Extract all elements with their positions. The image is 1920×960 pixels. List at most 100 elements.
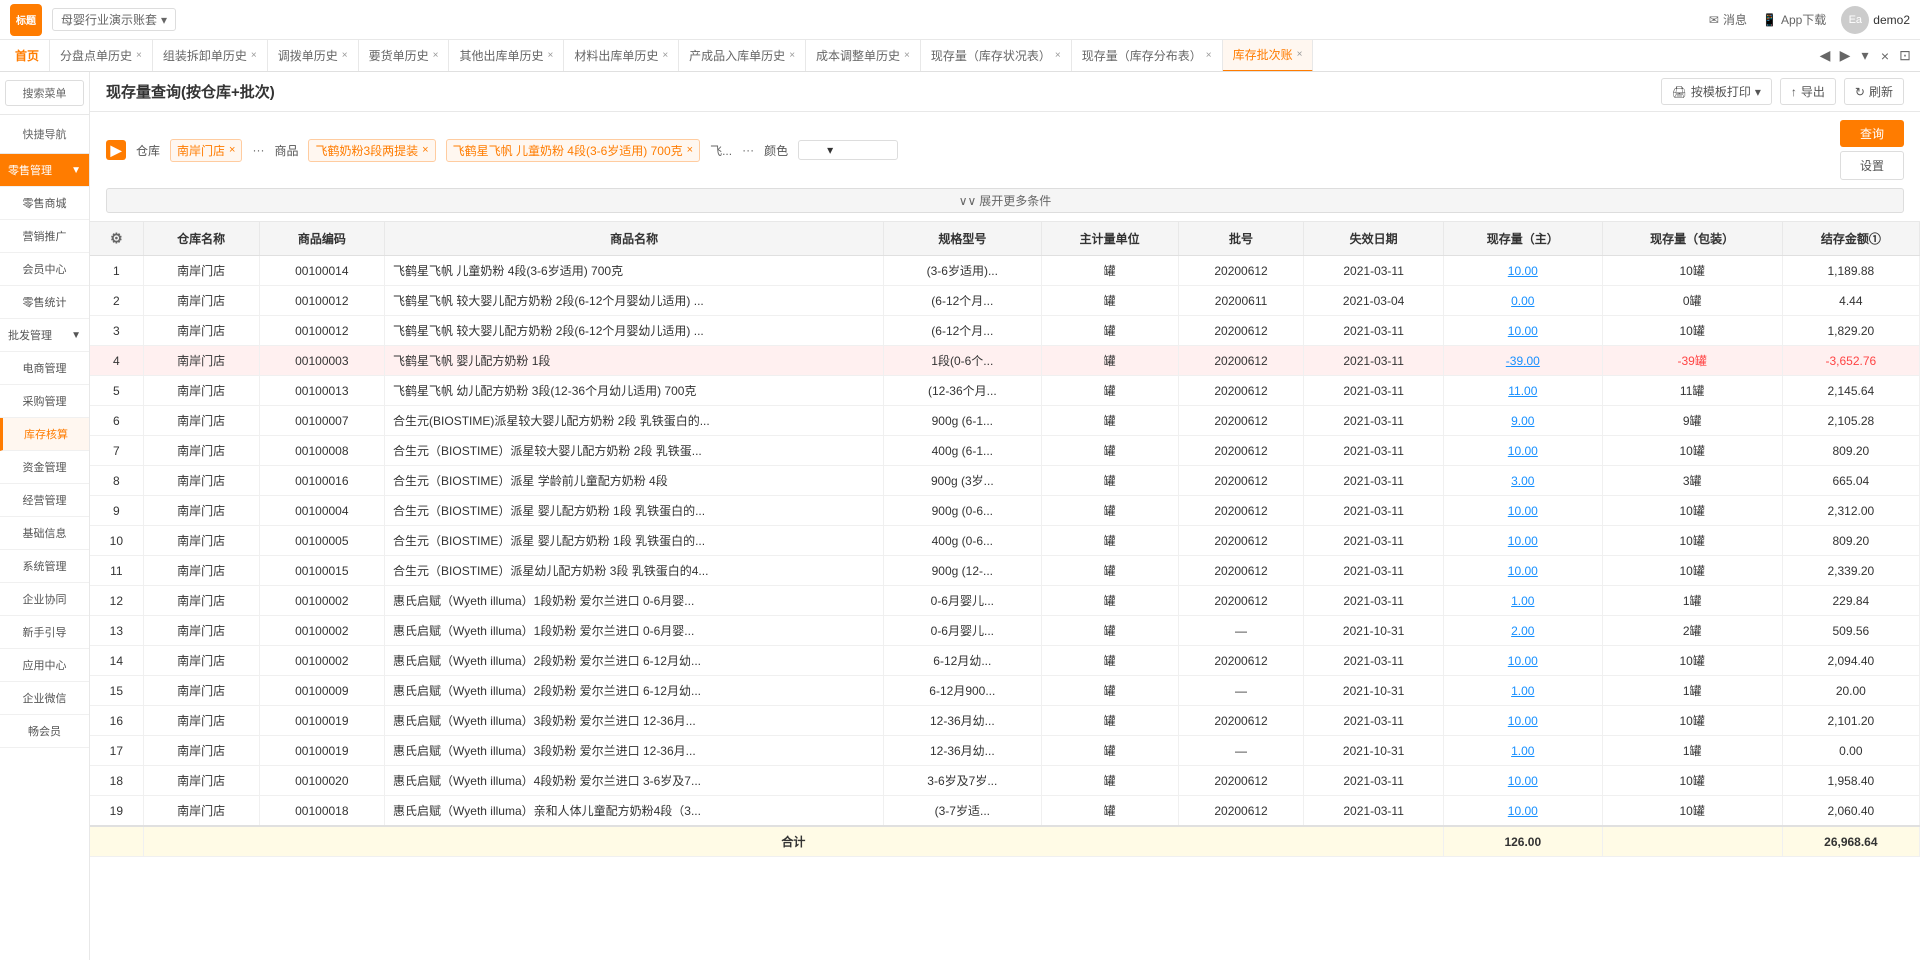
tab-expand-button[interactable]: ⊡: [1895, 40, 1915, 72]
sidebar-item-member[interactable]: 会员中心: [0, 253, 89, 286]
cell-stock-main[interactable]: 10.00: [1443, 496, 1602, 526]
cell-code: 00100002: [259, 646, 384, 676]
cell-stock-main[interactable]: 10.00: [1443, 646, 1602, 676]
sidebar-item-inventory[interactable]: 库存核算: [0, 418, 89, 451]
cell-stock-main[interactable]: 2.00: [1443, 616, 1602, 646]
tab-cheng-ben[interactable]: 成本调整单历史 ×: [806, 40, 921, 72]
close-icon[interactable]: ×: [904, 50, 910, 61]
tab-prev-button[interactable]: ◀: [1815, 40, 1835, 72]
refresh-button[interactable]: ↻ 刷新: [1844, 78, 1904, 105]
sidebar-item-retail-mgmt[interactable]: 零售管理 ▼: [0, 154, 89, 187]
tab-more-button[interactable]: ▾: [1855, 40, 1875, 72]
close-icon[interactable]: ×: [433, 50, 439, 61]
table-row: 19 南岸门店 00100018 惠氏启赋（Wyeth illuma）亲和人体儿…: [90, 796, 1920, 827]
cell-stock-pack: 2罐: [1602, 616, 1782, 646]
close-icon[interactable]: ×: [1297, 49, 1303, 60]
cell-code: 00100012: [259, 316, 384, 346]
close-icon[interactable]: ×: [136, 50, 142, 61]
sidebar-item-basic[interactable]: 基础信息: [0, 517, 89, 550]
close-icon[interactable]: ×: [1206, 50, 1212, 61]
product-tag-1[interactable]: 飞鹤奶粉3段两提装 ×: [308, 139, 435, 162]
tab-cai-liao[interactable]: 材料出库单历史 ×: [564, 40, 679, 72]
warehouse-filter-tag[interactable]: 南岸门店 ×: [170, 139, 242, 162]
cell-stock-main[interactable]: 1.00: [1443, 586, 1602, 616]
page-title: 现存量查询(按仓库+批次): [106, 81, 275, 102]
app-download-button[interactable]: 📱 App下载: [1762, 11, 1826, 28]
tab-ku-cun-pi[interactable]: 库存批次账 ×: [1223, 40, 1314, 72]
cell-stock-main[interactable]: 1.00: [1443, 736, 1602, 766]
export-button[interactable]: ↑ 导出: [1780, 78, 1836, 105]
sidebar-item-ecommerce[interactable]: 电商管理: [0, 352, 89, 385]
cell-stock-main[interactable]: 10.00: [1443, 796, 1602, 827]
sidebar-item-wechat[interactable]: 企业微信: [0, 682, 89, 715]
gear-icon[interactable]: ⚙: [110, 230, 123, 246]
color-dropdown[interactable]: ▾: [798, 140, 898, 160]
message-button[interactable]: ✉ 消息: [1709, 11, 1747, 28]
warehouse-close-icon[interactable]: ×: [229, 144, 235, 156]
user-area[interactable]: Ea demo2: [1841, 6, 1910, 34]
sidebar-item-ops[interactable]: 经营管理: [0, 484, 89, 517]
cell-stock-main[interactable]: 1.00: [1443, 676, 1602, 706]
product-tag-2-close-icon[interactable]: ×: [687, 144, 693, 156]
cell-num: 8: [90, 466, 143, 496]
tab-fen-pan[interactable]: 分盘点单历史 ×: [50, 40, 153, 72]
warehouse-ellipsis[interactable]: ···: [252, 143, 264, 157]
tab-diao-bo[interactable]: 调拨单历史 ×: [268, 40, 359, 72]
cell-stock-pack: 10罐: [1602, 556, 1782, 586]
sidebar-item-marketing[interactable]: 营销推广: [0, 220, 89, 253]
close-icon[interactable]: ×: [547, 50, 553, 61]
page-actions: 🖨 按模板打印 ▾ ↑ 导出 ↻ 刷新: [1661, 78, 1904, 105]
tab-home[interactable]: 首页: [5, 40, 50, 72]
filter-expand-button[interactable]: ▶: [106, 140, 126, 160]
cell-num: 15: [90, 676, 143, 706]
message-label: 消息: [1723, 11, 1747, 28]
cell-stock-main[interactable]: 11.00: [1443, 376, 1602, 406]
sidebar-item-retail-shop[interactable]: 零售商城: [0, 187, 89, 220]
product-tag-1-close-icon[interactable]: ×: [422, 144, 428, 156]
company-select[interactable]: 母婴行业演示账套 ▾: [52, 8, 176, 31]
quick-nav-button[interactable]: 快捷导航: [0, 120, 89, 148]
cell-stock-main[interactable]: 9.00: [1443, 406, 1602, 436]
close-icon[interactable]: ×: [1055, 50, 1061, 61]
cell-stock-main[interactable]: 3.00: [1443, 466, 1602, 496]
cell-stock-main[interactable]: 10.00: [1443, 766, 1602, 796]
cell-stock-main[interactable]: 10.00: [1443, 316, 1602, 346]
cell-stock-main[interactable]: 10.00: [1443, 436, 1602, 466]
expand-more-conditions-button[interactable]: ∨∨ 展开更多条件: [106, 188, 1904, 213]
sidebar-item-retail-stats[interactable]: 零售统计: [0, 286, 89, 319]
sidebar-item-purchase[interactable]: 采购管理: [0, 385, 89, 418]
tab-close-all-button[interactable]: ×: [1875, 40, 1895, 72]
sidebar-item-wholesale[interactable]: 批发管理 ▼: [0, 319, 89, 352]
tab-qi-ta[interactable]: 其他出库单历史 ×: [449, 40, 564, 72]
cell-stock-main[interactable]: 10.00: [1443, 256, 1602, 286]
cell-stock-main[interactable]: 10.00: [1443, 706, 1602, 736]
template-print-button[interactable]: 🖨 按模板打印 ▾: [1661, 78, 1772, 105]
close-icon[interactable]: ×: [251, 50, 257, 61]
cell-stock-main[interactable]: 10.00: [1443, 526, 1602, 556]
product-ellipsis[interactable]: ···: [742, 143, 754, 157]
tab-xian-cun-zhuang[interactable]: 现存量（库存状况表） ×: [921, 40, 1072, 72]
search-menu-button[interactable]: 搜索菜单: [5, 80, 84, 106]
sidebar-item-newbie[interactable]: 新手引导: [0, 616, 89, 649]
close-icon[interactable]: ×: [342, 50, 348, 61]
close-icon[interactable]: ×: [662, 50, 668, 61]
sidebar-item-finance[interactable]: 资金管理: [0, 451, 89, 484]
table-row: 17 南岸门店 00100019 惠氏启赋（Wyeth illuma）3段奶粉 …: [90, 736, 1920, 766]
tab-yao-huo[interactable]: 要货单历史 ×: [359, 40, 450, 72]
tab-xian-cun-fen[interactable]: 现存量（库存分布表） ×: [1072, 40, 1223, 72]
cell-stock-main[interactable]: 0.00: [1443, 286, 1602, 316]
close-icon[interactable]: ×: [789, 50, 795, 61]
tab-chan-pin[interactable]: 产成品入库单历史 ×: [679, 40, 806, 72]
sidebar-item-system[interactable]: 系统管理: [0, 550, 89, 583]
cell-name: 合生元（BIOSTIME）派星 婴儿配方奶粉 1段 乳铁蛋白的...: [385, 496, 884, 526]
sidebar-item-member2[interactable]: 畅会员: [0, 715, 89, 748]
settings-button[interactable]: 设置: [1840, 151, 1904, 180]
sidebar-item-app-center[interactable]: 应用中心: [0, 649, 89, 682]
query-button[interactable]: 查询: [1840, 120, 1904, 147]
sidebar-item-enterprise[interactable]: 企业协同: [0, 583, 89, 616]
tab-next-button[interactable]: ▶: [1835, 40, 1855, 72]
cell-stock-main[interactable]: 10.00: [1443, 556, 1602, 586]
cell-name: 飞鹤星飞帆 儿童奶粉 4段(3-6岁适用) 700克: [385, 256, 884, 286]
product-tag-2[interactable]: 飞鹤星飞帆 儿童奶粉 4段(3-6岁适用) 700克 ×: [446, 139, 700, 162]
tab-zu-chai[interactable]: 组装拆卸单历史 ×: [153, 40, 268, 72]
